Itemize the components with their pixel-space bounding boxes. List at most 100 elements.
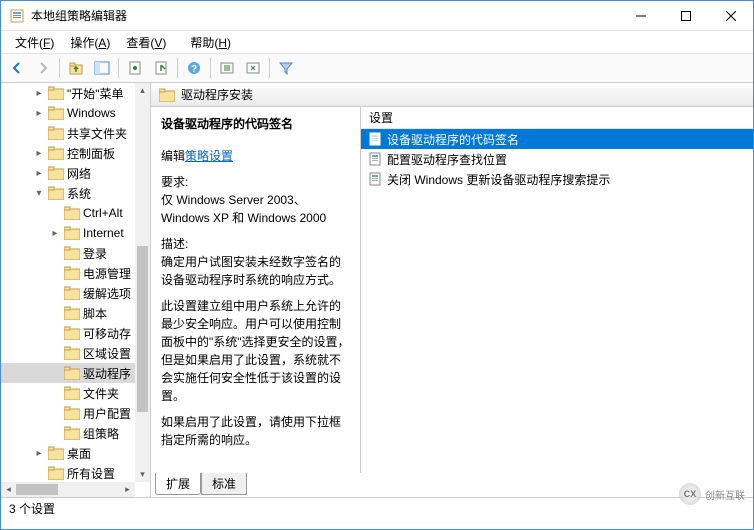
tree-item-label: 用户配置 [83, 405, 131, 422]
tree-item[interactable]: 区域设置 [1, 343, 135, 363]
svg-text:?: ? [191, 64, 197, 75]
scroll-left-button[interactable]: ◂ [1, 482, 16, 497]
list-body[interactable]: 设备驱动程序的代码签名配置驱动程序查找位置关闭 Windows 更新设备驱动程序… [361, 129, 753, 473]
tab-standard[interactable]: 标准 [201, 473, 247, 495]
filter-button[interactable] [274, 56, 298, 80]
tree-item[interactable]: ▸ 桌面 [1, 443, 135, 463]
menu-file[interactable]: 文件(F) [7, 32, 62, 53]
title-bar: 本地组策略编辑器 [1, 1, 753, 31]
tree-item[interactable]: 登录 [1, 243, 135, 263]
tree-item-label: 区域设置 [83, 345, 131, 362]
tree-item[interactable]: ▸Windows [1, 103, 135, 123]
list-row-label: 设备驱动程序的代码签名 [387, 131, 519, 148]
tree-pane: ▸"开始"菜单▸Windows 共享文件夹 ▸ 控制面板 ▸ 网络 ▾ 系统 Ctrl+Alt ▸… [1, 83, 151, 497]
maximize-button[interactable] [663, 1, 708, 30]
separator [210, 58, 211, 78]
action-button-1[interactable] [215, 56, 239, 80]
tree-horizontal-scrollbar[interactable]: ◂ ▸ [1, 482, 135, 497]
expand-icon[interactable]: ▸ [33, 168, 45, 179]
up-button[interactable] [64, 56, 88, 80]
tree-item-label: 电源管理 [83, 265, 131, 282]
tree-item-label: 系统 [67, 185, 91, 202]
forward-button[interactable] [31, 56, 55, 80]
tree-item[interactable]: ▾ 系统 [1, 183, 135, 203]
show-hide-tree-button[interactable] [90, 56, 114, 80]
tree-item[interactable]: 脚本 [1, 303, 135, 323]
tree-item[interactable]: ▸Internet [1, 223, 135, 243]
status-text: 3 个设置 [9, 500, 55, 517]
description-column: 设备驱动程序的代码签名 编辑策略设置 要求: 仅 Windows Server … [151, 107, 361, 473]
detail-title: 驱动程序安装 [181, 86, 253, 103]
tree-view[interactable]: ▸"开始"菜单▸Windows 共享文件夹 ▸ 控制面板 ▸ 网络 ▾ 系统 Ctrl+Alt ▸… [1, 83, 135, 482]
tree-item-label: 网络 [67, 165, 91, 182]
tree-item-label: 文件夹 [83, 385, 119, 402]
tree-vertical-scrollbar[interactable]: ▴ ▾ [135, 83, 150, 482]
tree-item-label: 共享文件夹 [67, 125, 127, 142]
export-button[interactable] [149, 56, 173, 80]
tree-item[interactable]: ▸ 网络 [1, 163, 135, 183]
toolbar: ? [1, 53, 753, 83]
requirements-text: 仅 Windows Server 2003、Windows XP 和 Windo… [161, 191, 350, 227]
separator [177, 58, 178, 78]
tree-item[interactable]: Ctrl+Alt [1, 203, 135, 223]
help-button[interactable]: ? [182, 56, 206, 80]
menu-help[interactable]: 帮助(H) [182, 32, 239, 53]
description-p2: 此设置建立组中用户系统上允许的最少安全响应。用户可以使用控制面板中的"系统"选择… [161, 297, 350, 405]
properties-button[interactable] [123, 56, 147, 80]
expand-icon[interactable]: ▸ [49, 228, 61, 239]
tree-item-label: 控制面板 [67, 145, 115, 162]
tree-item[interactable]: 文件夹 [1, 383, 135, 403]
expand-icon[interactable]: ▾ [33, 188, 45, 199]
requirements-label: 要求: [161, 173, 350, 191]
separator [59, 58, 60, 78]
tree-item-label: 桌面 [67, 445, 91, 462]
expand-icon[interactable]: ▸ [33, 448, 45, 459]
tree-item-label: 脚本 [83, 305, 107, 322]
tree-item[interactable]: 组策略 [1, 423, 135, 443]
tree-item-label: Ctrl+Alt [83, 206, 123, 220]
tree-item-label: 缓解选项 [83, 285, 131, 302]
list-row[interactable]: 关闭 Windows 更新设备驱动程序搜索提示 [361, 169, 753, 189]
scroll-up-button[interactable]: ▴ [135, 83, 150, 98]
tree-item[interactable]: 可移动存 [1, 323, 135, 343]
minimize-button[interactable] [618, 1, 663, 30]
tree-item[interactable]: 缓解选项 [1, 283, 135, 303]
close-button[interactable] [708, 1, 753, 30]
window-controls [618, 1, 753, 30]
menu-action[interactable]: 操作(A) [62, 32, 118, 53]
edit-policy-link[interactable]: 策略设置 [185, 149, 233, 163]
tab-extended[interactable]: 扩展 [155, 473, 201, 495]
status-bar: 3 个设置 [1, 497, 753, 519]
app-icon [9, 8, 25, 24]
list-header[interactable]: 设置 [361, 107, 753, 129]
list-row[interactable]: 设备驱动程序的代码签名 [361, 129, 753, 149]
scroll-down-button[interactable]: ▾ [135, 467, 150, 482]
action-button-2[interactable] [241, 56, 265, 80]
separator [269, 58, 270, 78]
scroll-right-button[interactable]: ▸ [120, 482, 135, 497]
back-button[interactable] [5, 56, 29, 80]
window-title: 本地组策略编辑器 [31, 7, 618, 24]
description-p1: 确定用户试图安装未经数字签名的设备驱动程序时系统的响应方式。 [161, 253, 350, 289]
tree-item[interactable]: ▸"开始"菜单 [1, 83, 135, 103]
tree-item[interactable]: 用户配置 [1, 403, 135, 423]
watermark: CX 创新互联 [679, 483, 745, 505]
detail-body: 设备驱动程序的代码签名 编辑策略设置 要求: 仅 Windows Server … [151, 107, 753, 473]
tree-item[interactable]: 驱动程序 [1, 363, 135, 383]
detail-pane: 驱动程序安装 设备驱动程序的代码签名 编辑策略设置 要求: 仅 Windows … [151, 83, 753, 497]
expand-icon[interactable]: ▸ [33, 88, 45, 99]
tree-item[interactable]: 共享文件夹 [1, 123, 135, 143]
expand-icon[interactable]: ▸ [33, 108, 45, 119]
list-row[interactable]: 配置驱动程序查找位置 [361, 149, 753, 169]
tree-item[interactable]: 电源管理 [1, 263, 135, 283]
tree-item[interactable]: ▸ 控制面板 [1, 143, 135, 163]
description-label: 描述: [161, 235, 350, 253]
tabs-footer: 扩展 标准 [151, 473, 753, 497]
list-row-label: 关闭 Windows 更新设备驱动程序搜索提示 [387, 171, 610, 188]
detail-header: 驱动程序安装 [151, 83, 753, 107]
menu-view[interactable]: 查看(V) [118, 32, 174, 53]
expand-icon[interactable]: ▸ [33, 148, 45, 159]
tree-item[interactable]: 所有设置 [1, 463, 135, 482]
list-header-label: 设置 [369, 109, 393, 126]
watermark-logo-icon: CX [679, 483, 701, 505]
